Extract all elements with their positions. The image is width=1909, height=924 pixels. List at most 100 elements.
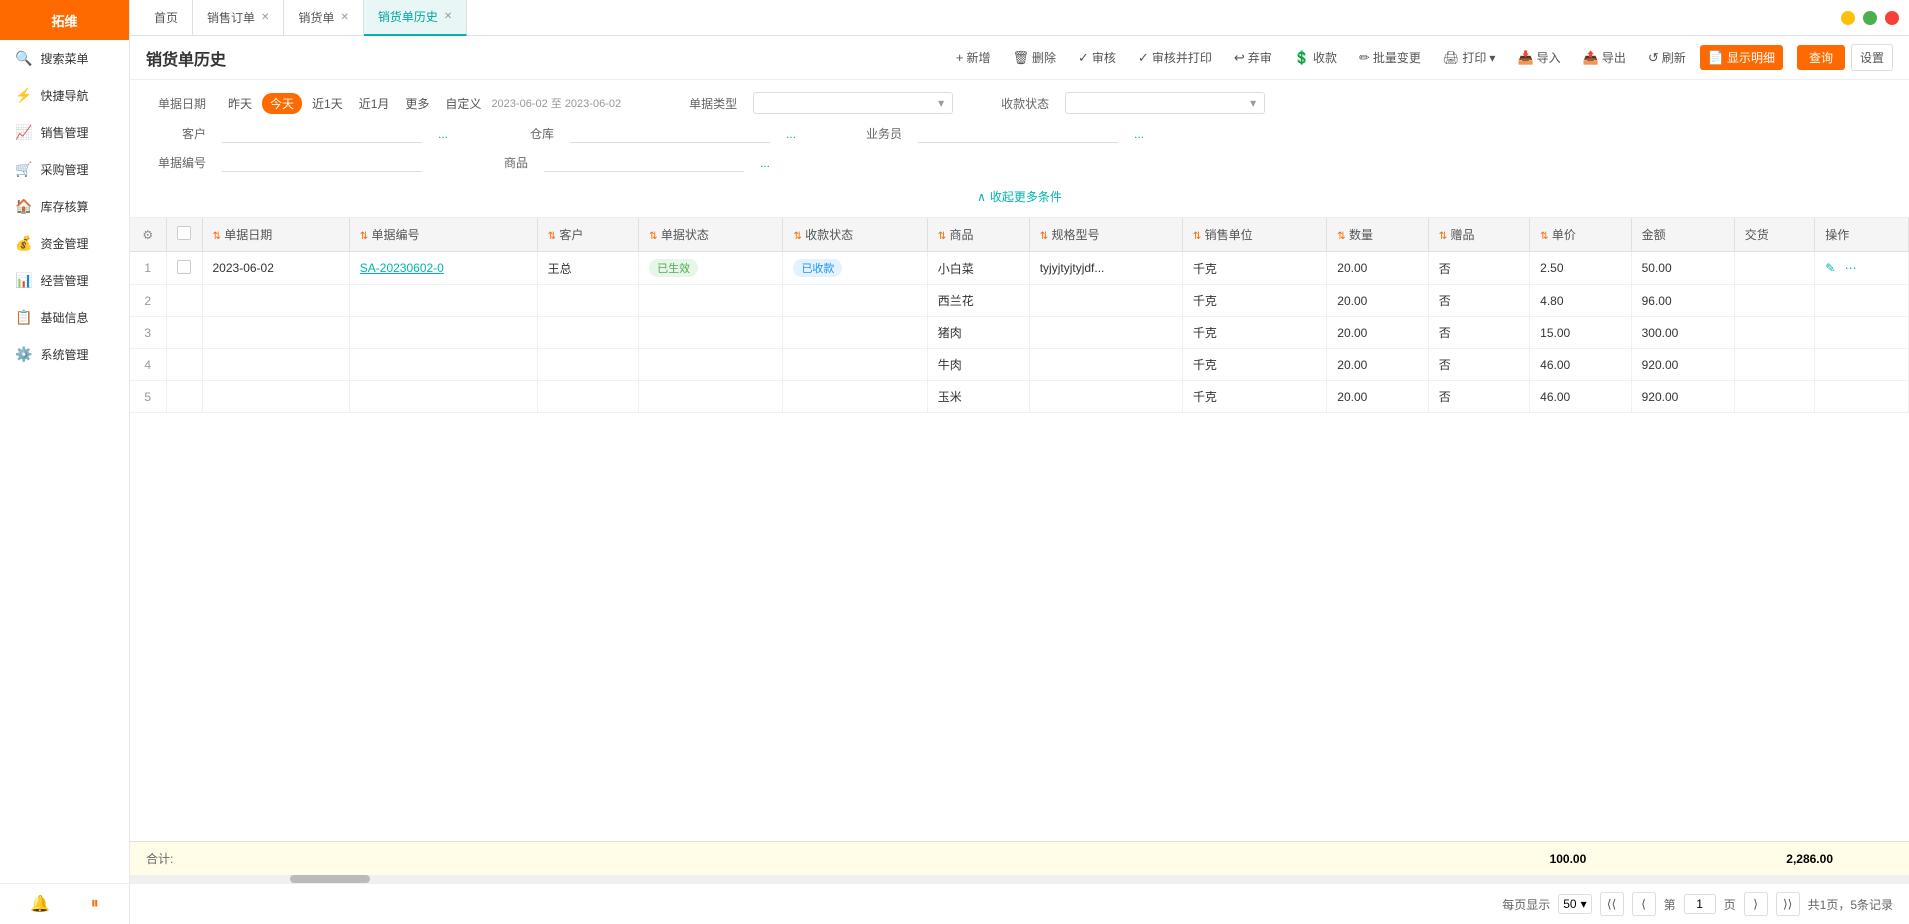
table-settings-icon[interactable]: ⚙ [142, 228, 153, 242]
page-size-select[interactable]: 50 ▾ [1558, 894, 1591, 914]
cell-doc-no[interactable]: SA-20230602-0 [349, 252, 537, 285]
row-checkbox[interactable] [177, 260, 191, 274]
th-checkbox[interactable] [166, 218, 202, 252]
sidebar-item-label: 系统管理 [40, 346, 88, 363]
delete-button[interactable]: 🗑 删除 [1004, 45, 1064, 70]
tab-sales-delivery-history-close[interactable]: ✕ [444, 11, 452, 22]
more-action-icon[interactable]: ⋯ [1845, 261, 1857, 275]
pause-icon[interactable]: ⏸ [91, 895, 99, 913]
customer-input[interactable] [222, 124, 422, 143]
cell-checkbox[interactable] [166, 252, 202, 285]
collect-button[interactable]: 💲 收款 [1286, 45, 1345, 70]
sidebar-item-finance[interactable]: 💰 资金管理 [0, 225, 129, 262]
date-last1m-btn[interactable]: 近1月 [353, 93, 396, 114]
date-more-btn[interactable]: 更多 [399, 93, 435, 114]
batch-change-button[interactable]: ✏ 批量变更 [1351, 45, 1429, 70]
prev-page-button[interactable]: ⟨ [1632, 892, 1656, 916]
table-footer: 合计: 100.00 2,286.00 [130, 841, 1909, 875]
sidebar-item-sales-mgmt[interactable]: 📈 销售管理 [0, 114, 129, 151]
th-unit[interactable]: ⇅ 销售单位 [1182, 218, 1326, 252]
cell-checkbox[interactable] [166, 285, 202, 317]
abandon-button[interactable]: ↩ 弃审 [1226, 45, 1280, 70]
cell-doc-no[interactable] [349, 349, 537, 381]
th-payment-status[interactable]: ⇅ 收款状态 [783, 218, 927, 252]
sidebar-item-operations[interactable]: 📊 经营管理 [0, 262, 129, 299]
audit-label: 审核 [1092, 49, 1116, 66]
scrollbar-thumb[interactable] [290, 875, 370, 883]
export-button[interactable]: 📤 导出 [1575, 45, 1634, 70]
cell-amount: 920.00 [1631, 349, 1734, 381]
goods-input[interactable] [544, 153, 744, 172]
th-customer[interactable]: ⇅ 客户 [537, 218, 638, 252]
cell-doc-no[interactable] [349, 285, 537, 317]
cell-doc-no[interactable] [349, 381, 537, 413]
minimize-button[interactable] [1841, 11, 1855, 25]
th-goods[interactable]: ⇅ 商品 [927, 218, 1029, 252]
tab-home[interactable]: 首页 [140, 0, 193, 36]
audit-button[interactable]: ✓ 审核 [1070, 45, 1124, 70]
staff-input[interactable] [918, 124, 1118, 143]
collapse-filter-button[interactable]: ∧ 收起更多条件 [146, 182, 1893, 205]
footer-label: 合计: [146, 850, 173, 867]
th-qty[interactable]: ⇅ 数量 [1327, 218, 1428, 252]
settings-button[interactable]: 设置 [1851, 44, 1893, 71]
th-settings[interactable]: ⚙ [130, 218, 166, 252]
horizontal-scrollbar[interactable] [130, 875, 1909, 883]
select-all-checkbox[interactable] [177, 226, 191, 240]
sidebar-item-quick-nav[interactable]: ⚡ 快捷导航 [0, 77, 129, 114]
filter-area: 单据日期 昨天 今天 近1天 近1月 更多 自定义 2023-06-02 至 2… [130, 80, 1909, 218]
sidebar-item-purchase-mgmt[interactable]: 🛒 采购管理 [0, 151, 129, 188]
sidebar-item-inventory[interactable]: 🏠 库存核算 [0, 188, 129, 225]
sidebar-item-basic-info[interactable]: 📋 基础信息 [0, 299, 129, 336]
add-button[interactable]: + 新增 [948, 45, 999, 70]
customer-ellipsis[interactable]: ... [438, 127, 448, 141]
close-window-button[interactable] [1885, 11, 1899, 25]
refresh-button[interactable]: ↺ 刷新 [1640, 45, 1694, 70]
first-page-button[interactable]: ⟨⟨ [1600, 892, 1624, 916]
th-doc-date[interactable]: ⇅ 单据日期 [202, 218, 349, 252]
doc-no-input[interactable] [222, 153, 422, 172]
audit-print-button[interactable]: ✓ 审核并打印 [1130, 45, 1220, 70]
date-yesterday-btn[interactable]: 昨天 [222, 93, 258, 114]
notification-icon[interactable]: 🔔 [30, 894, 50, 914]
th-doc-status[interactable]: ⇅ 单据状态 [639, 218, 783, 252]
doc-type-select[interactable]: ▾ [753, 92, 953, 114]
tab-sales-order-close[interactable]: ✕ [261, 12, 269, 23]
doc-no-link[interactable]: SA-20230602-0 [360, 261, 444, 275]
date-last7-btn[interactable]: 近1天 [306, 93, 349, 114]
sidebar-item-search-menu[interactable]: 🔍 搜索菜单 [0, 40, 129, 77]
staff-ellipsis[interactable]: ... [1134, 127, 1144, 141]
tab-sales-order[interactable]: 销售订单 ✕ [193, 0, 284, 36]
last-page-button[interactable]: ⟩⟩ [1776, 892, 1800, 916]
cell-doc-status [639, 285, 783, 317]
maximize-button[interactable] [1863, 11, 1877, 25]
collapse-icon: ∧ [977, 190, 986, 204]
edit-action-icon[interactable]: ✎ [1825, 261, 1835, 275]
th-spec[interactable]: ⇅ 规格型号 [1029, 218, 1182, 252]
tab-sales-delivery-history[interactable]: 销货单历史 ✕ [364, 0, 467, 36]
import-button[interactable]: 📥 导入 [1509, 45, 1568, 70]
tab-sales-delivery[interactable]: 销货单 ✕ [284, 0, 363, 36]
th-unit-price[interactable]: ⇅ 单价 [1530, 218, 1631, 252]
th-doc-no[interactable]: ⇅ 单据编号 [349, 218, 537, 252]
next-page-button[interactable]: ⟩ [1744, 892, 1768, 916]
date-custom-btn[interactable]: 自定义 [439, 93, 487, 114]
th-amount: 金额 [1631, 218, 1734, 252]
th-gift[interactable]: ⇅ 赠品 [1428, 218, 1529, 252]
sidebar-item-sys-mgmt[interactable]: ⚙️ 系统管理 [0, 336, 129, 373]
warehouse-input[interactable] [570, 124, 770, 143]
cell-checkbox[interactable] [166, 381, 202, 413]
cell-doc-no[interactable] [349, 317, 537, 349]
show-details-button[interactable]: 📄 显示明细 [1700, 45, 1783, 70]
goods-ellipsis[interactable]: ... [760, 156, 770, 170]
payment-status-select[interactable]: ▾ [1065, 92, 1265, 114]
cell-checkbox[interactable] [166, 349, 202, 381]
warehouse-ellipsis[interactable]: ... [786, 127, 796, 141]
print-button[interactable]: 🖨 打印 ▾ [1435, 45, 1504, 70]
col-actions-label: 操作 [1825, 228, 1849, 242]
page-number-input[interactable] [1684, 894, 1716, 914]
tab-sales-delivery-close[interactable]: ✕ [340, 12, 348, 23]
cell-checkbox[interactable] [166, 317, 202, 349]
query-button[interactable]: 查询 [1797, 45, 1845, 70]
date-today-btn[interactable]: 今天 [262, 93, 302, 114]
